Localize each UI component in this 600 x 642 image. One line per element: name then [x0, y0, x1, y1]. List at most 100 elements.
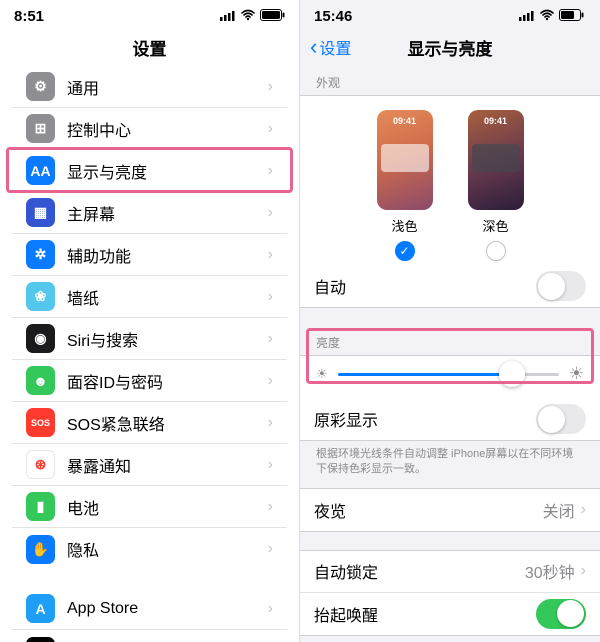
brightness-header: 亮度 [300, 326, 600, 355]
sun-max-icon: ☀ [569, 364, 584, 384]
settings-row-显示与亮度[interactable]: AA 显示与亮度› [12, 150, 287, 192]
row-label: 主屏幕 [67, 201, 268, 225]
chevron-right-icon: › [268, 456, 273, 474]
back-label: 设置 [319, 35, 351, 59]
signal-icon [519, 8, 535, 25]
back-button[interactable]: ‹ 设置 [310, 34, 351, 60]
chevron-right-icon: › [268, 204, 273, 222]
display-brightness-screen: 15:46 ‹ 设置 显示与亮度 外观 09:41 浅色 [300, 0, 600, 642]
settings-row-主屏幕[interactable]: ▦ 主屏幕› [12, 192, 287, 234]
row-icon: ☻ [26, 366, 55, 395]
settings-row-隐私[interactable]: ✋隐私› [12, 528, 287, 570]
settings-row-SOS紧急联络[interactable]: SOS SOS紧急联络› [12, 402, 287, 444]
brightness-slider[interactable] [338, 373, 559, 376]
status-time: 15:46 [314, 8, 352, 25]
row-icon: ⚙ [26, 72, 55, 101]
row-icon: ▮ [26, 492, 55, 521]
brightness-slider-row: ☀ ☀ [300, 356, 600, 398]
light-thumbnail: 09:41 [377, 110, 433, 210]
row-label: 控制中心 [67, 117, 268, 141]
row-icon: A [26, 594, 55, 623]
settings-row-Siri与搜索[interactable]: ◉ Siri与搜索› [12, 318, 287, 360]
chevron-right-icon: › [581, 562, 586, 580]
settings-row-控制中心[interactable]: ⊞ 控制中心› [12, 108, 287, 150]
chevron-right-icon: › [268, 414, 273, 432]
row-label: 墙纸 [67, 285, 268, 309]
raise-to-wake-row[interactable]: 抬起唤醒 [300, 593, 600, 635]
chevron-right-icon: › [268, 540, 273, 558]
night-shift-row[interactable]: 夜览 关闭 › [300, 489, 600, 531]
nav-bar: 设置 [0, 28, 299, 66]
chevron-right-icon: › [268, 120, 273, 138]
true-tone-row[interactable]: 原彩显示 [300, 398, 600, 440]
row-icon: ❀ [26, 282, 55, 311]
row-icon: ✲ [26, 240, 55, 269]
row-icon: ✋ [26, 535, 55, 564]
signal-icon [220, 8, 236, 25]
settings-row-钱包与Apple Pay[interactable]: ▭钱包与Apple Pay› [12, 630, 287, 642]
row-label: 显示与亮度 [67, 159, 268, 183]
row-label: Siri与搜索 [67, 327, 268, 351]
status-indicators [220, 8, 285, 25]
dark-label: 深色 [482, 216, 508, 235]
row-label: 暴露通知 [67, 453, 268, 477]
row-icon: ▦ [26, 198, 55, 227]
settings-row-墙纸[interactable]: ❀ 墙纸› [12, 276, 287, 318]
chevron-right-icon: › [268, 600, 273, 618]
row-label: App Store [67, 600, 268, 618]
slider-thumb[interactable] [499, 361, 525, 387]
wifi-icon [539, 8, 555, 25]
settings-row-暴露通知[interactable]: ⊛ 暴露通知› [12, 444, 287, 486]
auto-toggle[interactable] [536, 271, 586, 301]
chevron-right-icon: › [268, 288, 273, 306]
row-icon: ▭ [26, 637, 55, 642]
row-label: 面容ID与密码 [67, 369, 268, 393]
dark-thumbnail: 09:41 [468, 110, 524, 210]
chevron-right-icon: › [268, 162, 273, 180]
appearance-dark-option[interactable]: 09:41 深色 [468, 110, 524, 261]
row-label: 通用 [67, 75, 268, 99]
settings-row-电池[interactable]: ▮ 电池› [12, 486, 287, 528]
status-bar: 8:51 [0, 0, 299, 28]
auto-lock-row[interactable]: 自动锁定 30秒钟 › [300, 551, 600, 593]
settings-row-App Store[interactable]: A App Store› [12, 588, 287, 630]
true-tone-note: 根据环境光线条件自动调整 iPhone屏幕以在不同环境下保持色彩显示一致。 [300, 441, 600, 488]
status-bar: 15:46 [300, 0, 600, 28]
chevron-right-icon: › [268, 498, 273, 516]
chevron-right-icon: › [268, 78, 273, 96]
sun-min-icon: ☀ [316, 366, 328, 382]
dark-radio[interactable] [486, 241, 506, 261]
display-settings-list[interactable]: 外观 09:41 浅色 09:41 深色 [300, 66, 600, 642]
light-radio[interactable] [395, 241, 415, 261]
settings-list[interactable]: ⚙通用›⊞控制中心›AA显示与亮度›▦主屏幕›✲辅助功能›❀墙纸›◉Siri与搜… [0, 66, 299, 642]
chevron-left-icon: ‹ [310, 34, 317, 60]
row-label: SOS紧急联络 [67, 411, 268, 435]
chevron-right-icon: › [268, 246, 273, 264]
chevron-right-icon: › [268, 330, 273, 348]
battery-icon [260, 8, 285, 25]
row-label: 电池 [67, 495, 268, 519]
auto-appearance-row[interactable]: 自动 [300, 265, 600, 307]
status-indicators [519, 8, 586, 25]
page-title: 设置 [133, 35, 167, 60]
settings-row-面容ID与密码[interactable]: ☻ 面容ID与密码› [12, 360, 287, 402]
row-label: 辅助功能 [67, 243, 268, 267]
true-tone-toggle[interactable] [536, 404, 586, 434]
raise-to-wake-toggle[interactable] [536, 599, 586, 629]
settings-root-screen: 8:51 设置 ⚙通用›⊞控制中心›AA显示与亮度›▦主屏幕›✲辅助功能›❀墙纸… [0, 0, 300, 642]
appearance-header: 外观 [300, 66, 600, 95]
row-icon: ⊛ [26, 450, 55, 479]
light-label: 浅色 [391, 216, 417, 235]
settings-row-辅助功能[interactable]: ✲ 辅助功能› [12, 234, 287, 276]
row-icon: SOS [26, 408, 55, 437]
nav-bar: ‹ 设置 显示与亮度 [300, 28, 600, 66]
row-icon: ◉ [26, 324, 55, 353]
row-icon: AA [26, 156, 55, 185]
row-icon: ⊞ [26, 114, 55, 143]
appearance-light-option[interactable]: 09:41 浅色 [377, 110, 433, 261]
status-time: 8:51 [14, 8, 44, 25]
wifi-icon [240, 8, 256, 25]
battery-icon [559, 8, 586, 25]
settings-row-通用[interactable]: ⚙ 通用› [12, 66, 287, 108]
chevron-right-icon: › [268, 372, 273, 390]
